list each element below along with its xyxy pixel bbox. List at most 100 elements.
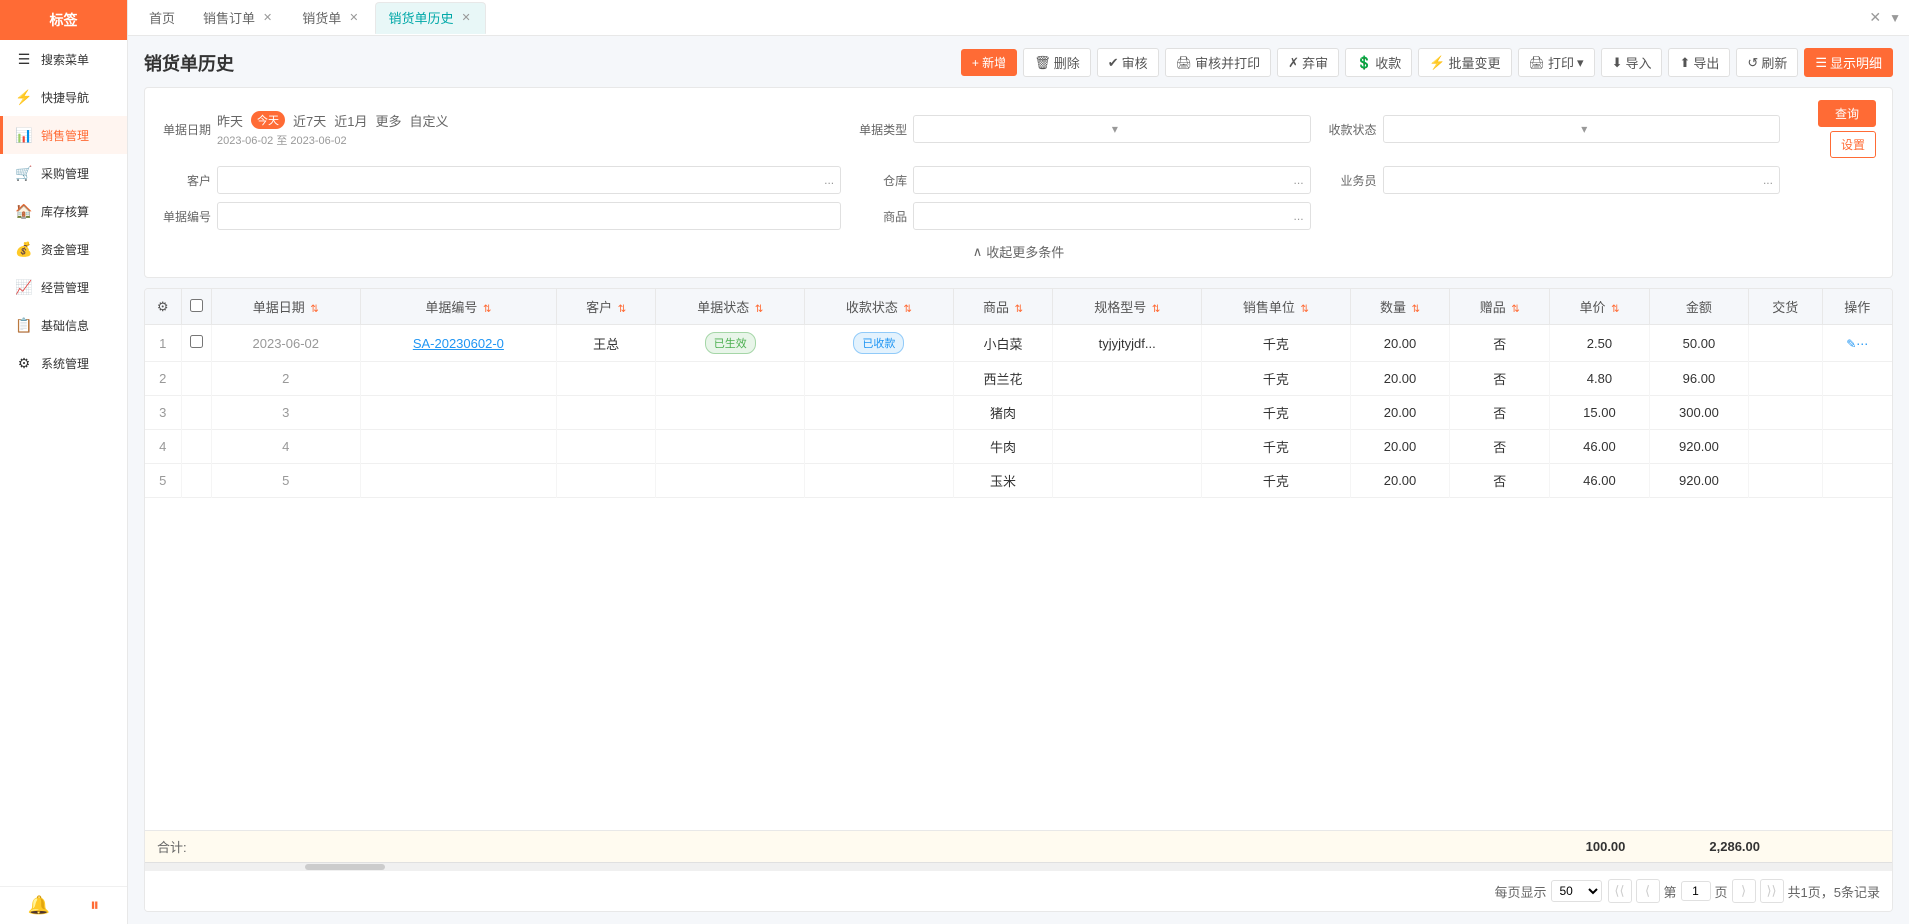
col-doc-date[interactable]: 单据日期 ⇅ bbox=[211, 289, 361, 325]
customer-ellipsis[interactable]: ... bbox=[824, 173, 834, 187]
col-doc-status[interactable]: 单据状态 ⇅ bbox=[656, 289, 805, 325]
col-checkbox[interactable] bbox=[181, 289, 211, 325]
docno-input-wrap[interactable] bbox=[217, 202, 841, 230]
row-checkbox[interactable] bbox=[181, 396, 211, 430]
col-customer[interactable]: 客户 ⇅ bbox=[556, 289, 656, 325]
salesman-ellipsis[interactable]: ... bbox=[1763, 173, 1773, 187]
customer-input[interactable] bbox=[224, 173, 824, 187]
settings-button[interactable]: 设置 bbox=[1830, 131, 1876, 158]
shortcut-7days[interactable]: 近7天 bbox=[293, 111, 326, 130]
col-spec[interactable]: 规格型号 ⇅ bbox=[1053, 289, 1202, 325]
sidebar-item-basic-info[interactable]: 📋 基础信息 bbox=[0, 306, 127, 344]
page-input[interactable] bbox=[1681, 881, 1711, 901]
shortcut-1month[interactable]: 近1月 bbox=[334, 111, 367, 130]
table-wrap[interactable]: ⚙ 单据日期 ⇅ 单据编号 ⇅ bbox=[145, 289, 1892, 830]
import-button[interactable]: ⬇ 导入 bbox=[1601, 48, 1663, 77]
sidebar-item-purchase[interactable]: 🛒 采购管理 bbox=[0, 154, 127, 192]
print-icon: 🖨 bbox=[1529, 55, 1546, 71]
goods-input[interactable] bbox=[920, 209, 1293, 223]
sidebar-item-quick-nav[interactable]: ⚡ 快捷导航 bbox=[0, 78, 127, 116]
row-doc-date: 2023-06-02 bbox=[211, 325, 361, 362]
col-price[interactable]: 单价 ⇅ bbox=[1550, 289, 1650, 325]
row-qty: 20.00 bbox=[1350, 325, 1450, 362]
col-payment-status[interactable]: 收款状态 ⇅ bbox=[805, 289, 954, 325]
sidebar-item-inventory[interactable]: 🏠 库存核算 bbox=[0, 192, 127, 230]
sidebar-item-sys-mgmt[interactable]: ⚙ 系统管理 bbox=[0, 344, 127, 382]
collect-button[interactable]: 💲 收款 bbox=[1345, 48, 1412, 77]
row-goods: 玉米 bbox=[953, 464, 1053, 498]
col-settings[interactable]: ⚙ bbox=[145, 289, 181, 325]
doc-type-select[interactable]: ▾ bbox=[913, 115, 1310, 143]
edit-action[interactable]: ✎ bbox=[1846, 337, 1856, 351]
export-button[interactable]: ⬆ 导出 bbox=[1668, 48, 1730, 77]
row-check[interactable] bbox=[190, 335, 203, 348]
goods-input-wrap[interactable]: ... bbox=[913, 202, 1310, 230]
audit-print-button[interactable]: 🖨 审核并打印 bbox=[1165, 48, 1272, 77]
warehouse-input[interactable] bbox=[920, 173, 1293, 187]
salesman-input-wrap[interactable]: ... bbox=[1383, 166, 1780, 194]
next-page-btn[interactable]: ⟩ bbox=[1732, 879, 1756, 903]
refresh-button[interactable]: ↺ 刷新 bbox=[1736, 48, 1798, 77]
select-all-checkbox[interactable] bbox=[190, 299, 203, 312]
shortcut-yesterday[interactable]: 昨天 bbox=[217, 111, 243, 130]
filter-date-item: 单据日期 昨天 今天 近7天 近1月 更多 自定义 2023-06-02 至 2… bbox=[161, 111, 841, 148]
pause-icon[interactable]: ⏸ bbox=[90, 895, 99, 916]
row-gift: 否 bbox=[1450, 464, 1550, 498]
doc-no-link[interactable]: SA-20230602-0 bbox=[413, 336, 504, 351]
tab-sales-delivery-close[interactable]: ✕ bbox=[347, 9, 360, 26]
row-goods: 猪肉 bbox=[953, 396, 1053, 430]
collapse-button[interactable]: ∧ 收起更多条件 bbox=[969, 238, 1069, 265]
payment-status-select[interactable]: ▾ bbox=[1383, 115, 1780, 143]
row-price: 46.00 bbox=[1550, 464, 1650, 498]
tab-sales-delivery[interactable]: 销货单 ✕ bbox=[289, 2, 373, 34]
row-price: 2.50 bbox=[1550, 325, 1650, 362]
row-checkbox[interactable] bbox=[181, 464, 211, 498]
row-doc-status: 已生效 bbox=[656, 325, 805, 362]
col-gift[interactable]: 赠品 ⇅ bbox=[1450, 289, 1550, 325]
col-unit[interactable]: 销售单位 ⇅ bbox=[1202, 289, 1351, 325]
delete-button[interactable]: 🗑 删除 bbox=[1023, 48, 1091, 77]
warehouse-ellipsis[interactable]: ... bbox=[1294, 173, 1304, 187]
audit-button[interactable]: ✔ 审核 bbox=[1097, 48, 1159, 77]
sidebar-item-sales[interactable]: 📊 销售管理 bbox=[0, 116, 127, 154]
shortcut-custom[interactable]: 自定义 bbox=[410, 111, 449, 130]
show-detail-button[interactable]: ☰ 显示明细 bbox=[1804, 48, 1893, 77]
batch-change-button[interactable]: ⚡ 批量变更 bbox=[1418, 48, 1511, 77]
first-page-btn[interactable]: ⟨⟨ bbox=[1608, 879, 1632, 903]
horizontal-scrollbar[interactable] bbox=[145, 862, 1892, 870]
scrollbar-thumb[interactable] bbox=[305, 864, 385, 870]
shortcut-more[interactable]: 更多 bbox=[375, 111, 401, 130]
salesman-input[interactable] bbox=[1390, 173, 1763, 187]
last-page-btn[interactable]: ⟩⟩ bbox=[1760, 879, 1784, 903]
notification-icon[interactable]: 🔔 bbox=[28, 895, 50, 916]
warehouse-input-wrap[interactable]: ... bbox=[913, 166, 1310, 194]
print-button[interactable]: 🖨 打印 ▾ bbox=[1518, 48, 1595, 77]
row-checkbox[interactable] bbox=[181, 362, 211, 396]
customer-input-wrap[interactable]: ... bbox=[217, 166, 841, 194]
tab-sales-order-close[interactable]: ✕ bbox=[261, 9, 274, 26]
tab-close-all-icon[interactable]: ✕ bbox=[1869, 9, 1881, 26]
tab-menu-icon[interactable]: ▼ bbox=[1889, 11, 1901, 25]
sidebar-item-finance[interactable]: 💰 资金管理 bbox=[0, 230, 127, 268]
row-settings: 3 bbox=[145, 396, 181, 430]
col-qty[interactable]: 数量 ⇅ bbox=[1350, 289, 1450, 325]
tab-sales-order[interactable]: 销售订单 ✕ bbox=[190, 2, 287, 34]
abandon-button[interactable]: ✗ 弃审 bbox=[1277, 48, 1339, 77]
more-action[interactable]: ⋯ bbox=[1856, 337, 1868, 351]
add-button[interactable]: + 新增 bbox=[961, 49, 1017, 76]
sidebar-item-search-menu[interactable]: ☰ 搜索菜单 bbox=[0, 40, 127, 78]
row-checkbox[interactable] bbox=[181, 325, 211, 362]
tab-sales-history-close[interactable]: ✕ bbox=[460, 9, 473, 26]
sidebar-item-operations[interactable]: 📈 经营管理 bbox=[0, 268, 127, 306]
page-size-select[interactable]: 20 50 100 bbox=[1551, 880, 1602, 902]
tab-sales-history[interactable]: 销货单历史 ✕ bbox=[375, 2, 485, 34]
docno-input[interactable] bbox=[224, 209, 834, 223]
col-doc-no[interactable]: 单据编号 ⇅ bbox=[361, 289, 557, 325]
query-button[interactable]: 查询 bbox=[1818, 100, 1876, 127]
prev-page-btn[interactable]: ⟨ bbox=[1636, 879, 1660, 903]
row-checkbox[interactable] bbox=[181, 430, 211, 464]
shortcut-today[interactable]: 今天 bbox=[251, 111, 285, 129]
goods-ellipsis[interactable]: ... bbox=[1294, 209, 1304, 223]
col-goods[interactable]: 商品 ⇅ bbox=[953, 289, 1053, 325]
tab-home[interactable]: 首页 bbox=[136, 2, 188, 34]
